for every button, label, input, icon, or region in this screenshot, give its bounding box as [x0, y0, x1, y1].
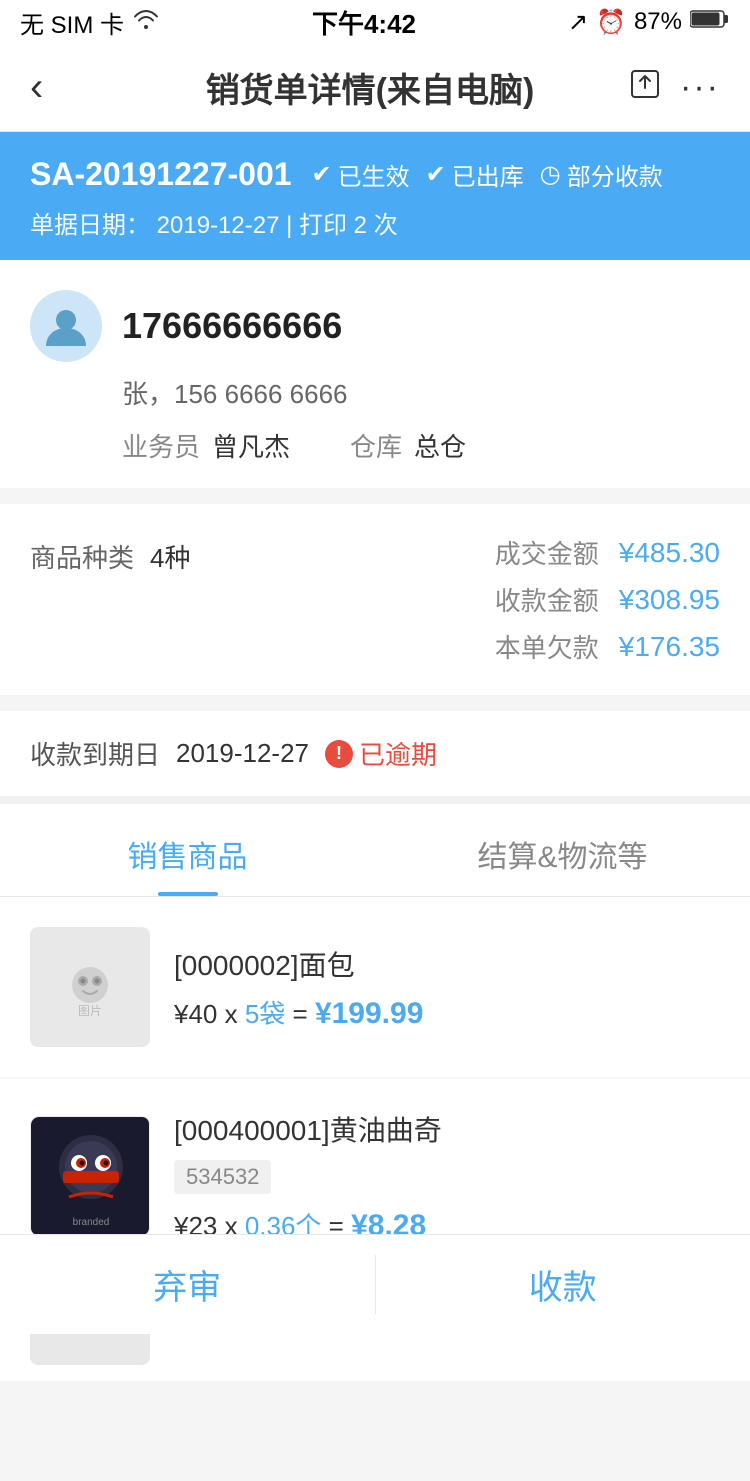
sales-label: 业务员 — [122, 427, 200, 464]
page-title: 销货单详情(来自电脑) — [206, 63, 535, 112]
owed-line: 本单欠款 ¥176.35 — [495, 628, 720, 665]
customer-row: 17666666666 — [30, 290, 720, 362]
order-date: 2019-12-27 — [157, 212, 280, 239]
sales-value: 曾凡杰 — [212, 427, 290, 464]
owed-label: 本单欠款 — [495, 628, 599, 665]
check-icon-1: ✔ — [312, 160, 332, 189]
badge-partial: ◷ 部分收款 — [540, 157, 663, 192]
badge-active-label: 已生效 — [338, 157, 410, 192]
product-info-2: [000400001]黄油曲奇 534532 ¥23 x 0.36个 = ¥8.… — [174, 1109, 720, 1243]
check-icon-2: ✔ — [426, 160, 446, 189]
status-right: ↗ ⏰ 87% — [568, 8, 730, 37]
status-bar: 无 SIM 卡 下午4:42 ↗ ⏰ 87% — [0, 0, 750, 44]
customer-phone: 17666666666 — [122, 305, 342, 347]
warehouse-label: 仓库 — [350, 427, 402, 464]
customer-name-info: 张，156 6666 6666 — [30, 374, 720, 411]
product-thumb-1: 图片 — [30, 927, 150, 1047]
order-id-row: SA-20191227-001 ✔ 已生效 ✔ 已出库 ◷ 部分收款 — [30, 156, 720, 193]
print-info: | 打印 2 次 — [286, 212, 398, 239]
tab-sales-products[interactable]: 销售商品 — [0, 804, 375, 896]
battery-icon — [690, 8, 730, 36]
product-sku-2: 534532 — [174, 1160, 271, 1194]
badge-partial-label: 部分收款 — [567, 157, 663, 192]
product-type-count: 商品种类 4种 — [30, 534, 190, 575]
owed-value: ¥176.35 — [619, 631, 720, 663]
sales-person: 业务员 曾凡杰 — [122, 427, 290, 464]
product-name-2: [000400001]黄油曲奇 — [174, 1109, 720, 1149]
product-name-1: [0000002]面包 — [174, 944, 720, 984]
badge-shipped-label: 已出库 — [452, 157, 524, 192]
amount-value: ¥485.30 — [619, 537, 720, 569]
tabs-section: 销售商品 结算&物流等 — [0, 804, 750, 897]
date-label: 单据日期： — [30, 212, 150, 239]
stats-section: 商品种类 4种 成交金额 ¥485.30 收款金额 ¥308.95 本单欠款 ¥… — [0, 504, 750, 695]
status-badges: ✔ 已生效 ✔ 已出库 ◷ 部分收款 — [312, 157, 663, 192]
avatar — [30, 290, 102, 362]
product-info-1: [0000002]面包 ¥40 x 5袋 = ¥199.99 — [174, 944, 720, 1031]
warehouse-value: 总仓 — [414, 427, 466, 464]
collect-payment-label: 收款 — [529, 1260, 597, 1309]
price-sep-1: = — [285, 999, 315, 1029]
badge-active: ✔ 已生效 — [312, 157, 410, 192]
price-total-1: ¥199.99 — [315, 997, 423, 1030]
order-date-row: 单据日期： 2019-12-27 | 打印 2 次 — [30, 205, 720, 240]
overdue-badge: ! 已逾期 — [325, 735, 437, 772]
received-value: ¥308.95 — [619, 584, 720, 616]
back-button[interactable]: ‹ — [30, 65, 43, 110]
thumb-placeholder-1: 图片 — [30, 927, 150, 1047]
type-label: 商品种类 — [30, 538, 134, 575]
products-section: 图片 [0000002]面包 ¥40 x 5袋 = ¥199.99 — [0, 897, 750, 1481]
customer-section: 17666666666 张，156 6666 6666 业务员 曾凡杰 仓库 总… — [0, 260, 750, 488]
status-left: 无 SIM 卡 — [20, 5, 160, 40]
type-count: 4种 — [150, 538, 190, 575]
tab-settlement[interactable]: 结算&物流等 — [375, 804, 750, 896]
received-line: 收款金额 ¥308.95 — [495, 581, 720, 618]
share-icon[interactable] — [630, 69, 660, 107]
tab-settlement-label: 结算&物流等 — [477, 841, 647, 874]
battery-text: 87% — [634, 8, 682, 36]
customer-meta: 业务员 曾凡杰 仓库 总仓 — [30, 427, 720, 464]
order-header: SA-20191227-001 ✔ 已生效 ✔ 已出库 ◷ 部分收款 单据日期：… — [0, 132, 750, 260]
nav-left: ‹ — [30, 65, 110, 110]
collect-payment-button[interactable]: 收款 — [376, 1235, 750, 1334]
svg-text:图片: 图片 — [78, 1004, 102, 1018]
product-thumb-2: branded — [30, 1116, 150, 1236]
more-icon[interactable]: ··· — [680, 68, 720, 107]
financial-stats: 成交金额 ¥485.30 收款金额 ¥308.95 本单欠款 ¥176.35 — [495, 534, 720, 665]
location-icon: ↗ — [568, 8, 588, 37]
nav-bar: ‹ 销货单详情(来自电脑) ··· — [0, 44, 750, 132]
tab-sales-label: 销售商品 — [128, 841, 248, 874]
cancel-review-button[interactable]: 弃审 — [0, 1235, 375, 1334]
badge-shipped: ✔ 已出库 — [426, 157, 524, 192]
order-id: SA-20191227-001 — [30, 156, 292, 193]
product-item: 图片 [0000002]面包 ¥40 x 5袋 = ¥199.99 — [0, 897, 750, 1077]
overdue-date: 2019-12-27 — [176, 738, 309, 769]
amount-label: 成交金额 — [495, 534, 599, 571]
price-base-1: ¥40 x — [174, 999, 245, 1029]
product-price-1: ¥40 x 5袋 = ¥199.99 — [174, 994, 720, 1031]
overdue-label: 收款到期日 — [30, 735, 160, 772]
svg-text:branded: branded — [73, 1217, 110, 1228]
carrier-text: 无 SIM 卡 — [20, 5, 124, 40]
bottom-bar: 弃审 收款 — [0, 1234, 750, 1334]
overdue-section: 收款到期日 2019-12-27 ! 已逾期 — [0, 711, 750, 804]
stats-row: 商品种类 4种 成交金额 ¥485.30 收款金额 ¥308.95 本单欠款 ¥… — [30, 534, 720, 665]
overdue-dot-icon: ! — [325, 740, 353, 768]
status-time: 下午4:42 — [312, 4, 416, 41]
received-label: 收款金额 — [495, 581, 599, 618]
warehouse: 仓库 总仓 — [350, 427, 466, 464]
clock-icon: ◷ — [540, 160, 561, 189]
amount-line: 成交金额 ¥485.30 — [495, 534, 720, 571]
price-qty-1: 5袋 — [245, 999, 285, 1029]
nav-right: ··· — [630, 68, 720, 107]
overdue-text: 已逾期 — [359, 735, 437, 772]
wifi-icon — [132, 8, 160, 36]
alarm-icon: ⏰ — [596, 8, 626, 37]
cancel-review-label: 弃审 — [153, 1260, 221, 1309]
